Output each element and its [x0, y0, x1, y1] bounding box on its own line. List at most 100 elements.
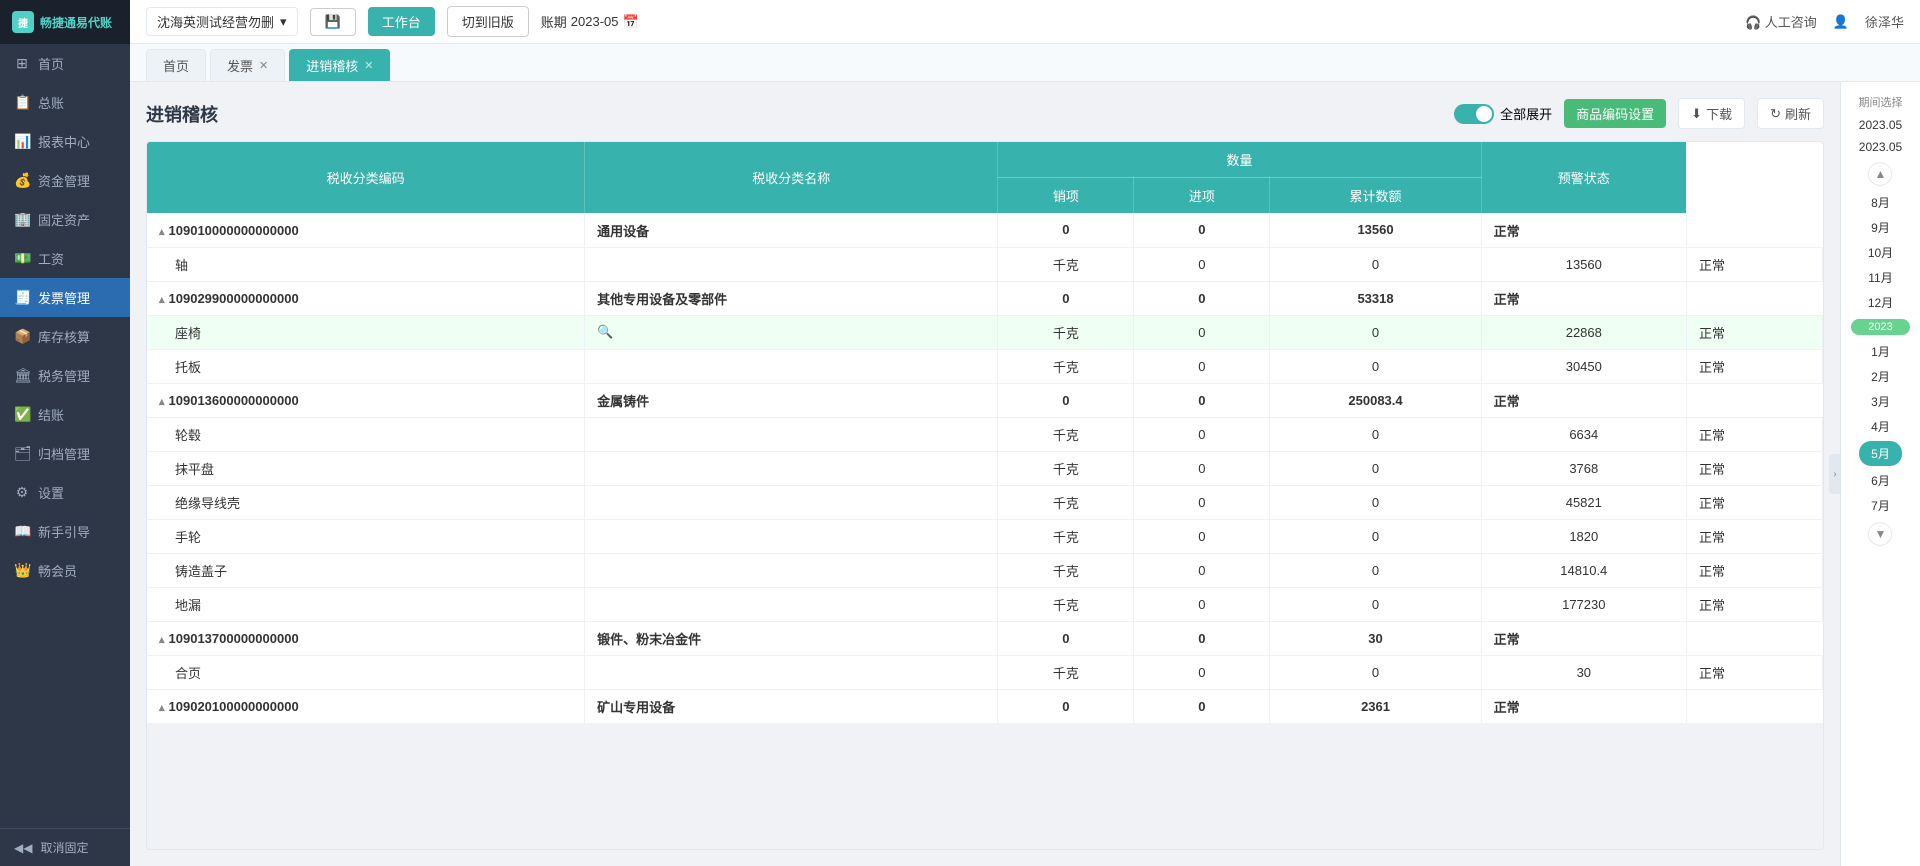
collapse-icon[interactable]: ▴ — [159, 396, 165, 408]
download-button[interactable]: ⬇ 下载 — [1678, 98, 1745, 129]
row-unit-cell — [585, 485, 998, 519]
period-month-item[interactable]: 7月 — [1851, 493, 1910, 518]
period-month-item[interactable]: 3月 — [1851, 389, 1910, 414]
row-unit-cell — [585, 451, 998, 485]
sidebar-item-settings[interactable]: ⚙ 设置 — [0, 473, 130, 512]
period-month-item[interactable]: 12月 — [1851, 290, 1910, 315]
collapse-icon[interactable]: ▴ — [159, 702, 165, 714]
period-month-item[interactable]: 5月 — [1859, 441, 1902, 466]
sidebar-label-guide: 新手引导 — [38, 522, 90, 541]
row-unit: 千克 — [998, 519, 1134, 553]
sidebar-label-archive: 归档管理 — [38, 444, 90, 463]
sidebar-item-member[interactable]: 👑 畅会员 — [0, 551, 130, 590]
period-month-item[interactable]: 2月 — [1851, 364, 1910, 389]
period-month-item[interactable]: 8月 — [1851, 190, 1910, 215]
settle-icon: ✅ — [14, 406, 30, 423]
tab-invoice[interactable]: 发票 ✕ — [210, 49, 285, 81]
period-month-item[interactable]: 11月 — [1851, 265, 1910, 290]
row-purchase: 0 — [1134, 213, 1270, 247]
sidebar-item-settle[interactable]: ✅ 结账 — [0, 395, 130, 434]
sidebar-item-inventory[interactable]: 📦 库存核算 — [0, 317, 130, 356]
col-header-name: 税收分类名称 — [585, 142, 998, 213]
invoice-icon: 🧾 — [14, 289, 30, 306]
period-display: 账期 2023-05 📅 — [541, 12, 639, 31]
tab-home[interactable]: 首页 — [146, 49, 206, 81]
collapse-icon[interactable]: ▴ — [159, 294, 165, 306]
row-total: 3768 — [1481, 451, 1686, 485]
row-item-name: 轴 — [147, 247, 585, 281]
sidebar-label-capital: 资金管理 — [38, 171, 90, 190]
sidebar-item-archive[interactable]: 🗂 归档管理 — [0, 434, 130, 473]
period-scroll-down[interactable]: ▼ — [1868, 522, 1892, 546]
settings-icon: ⚙ — [14, 484, 30, 501]
row-code: ▴109013700000000000 — [147, 621, 585, 655]
expand-toggle[interactable] — [1454, 104, 1494, 124]
period-month-item[interactable]: 6月 — [1851, 468, 1910, 493]
sidebar-item-assets[interactable]: 🏢 固定资产 — [0, 200, 130, 239]
row-unit-cell — [585, 553, 998, 587]
row-status: 正常 — [1481, 621, 1686, 655]
support-button[interactable]: 🎧 人工咨询 — [1745, 12, 1817, 31]
sidebar-item-tax[interactable]: 🏛 税务管理 — [0, 356, 130, 395]
switch-version-button[interactable]: 切到旧版 — [447, 6, 529, 37]
period-month-item[interactable]: 10月 — [1851, 240, 1910, 265]
period-header-item[interactable]: 2023.05 — [1851, 136, 1910, 158]
period-month-item[interactable]: 4月 — [1851, 414, 1910, 439]
row-sales: 0 — [998, 689, 1134, 723]
row-purchase: 0 — [1270, 587, 1481, 621]
row-status: 正常 — [1686, 451, 1822, 485]
sidebar-label-ledger: 总账 — [38, 93, 64, 112]
sidebar-item-guide[interactable]: 📖 新手引导 — [0, 512, 130, 551]
company-selector[interactable]: 沈海英测试经营勿删 ▾ — [146, 7, 298, 36]
row-status: 正常 — [1686, 587, 1822, 621]
sidebar-item-home[interactable]: ⊞ 首页 — [0, 44, 130, 83]
row-purchase: 0 — [1134, 281, 1270, 315]
row-unit: 千克 — [998, 349, 1134, 383]
sidebar-label-assets: 固定资产 — [38, 210, 90, 229]
row-item-name: 合页 — [147, 655, 585, 689]
row-total: 250083.4 — [1270, 383, 1481, 417]
table-row: 地漏 千克 0 0 177230 正常 — [147, 587, 1823, 621]
download-label: 下载 — [1706, 104, 1732, 123]
table-wrap: 税收分类编码 税收分类名称 数量 预警状态 销项 进项 累计数额 ▴1090 — [146, 141, 1824, 850]
sidebar-unpin-button[interactable]: ◀◀ 取消固定 — [0, 828, 130, 866]
capital-icon: 💰 — [14, 172, 30, 189]
refresh-button[interactable]: ↻ 刷新 — [1757, 98, 1824, 129]
sidebar-item-invoice[interactable]: 🧾 发票管理 — [0, 278, 130, 317]
save-draft-button[interactable]: 💾 — [310, 8, 356, 36]
panel-toggle-button[interactable]: › — [1829, 454, 1841, 494]
row-total: 14810.4 — [1481, 553, 1686, 587]
row-unit-cell: 🔍 — [585, 315, 998, 349]
period-header-item[interactable]: 2023.05 — [1851, 114, 1910, 136]
sidebar-label-reports: 报表中心 — [38, 132, 90, 151]
period-month-item[interactable]: 9月 — [1851, 215, 1910, 240]
sidebar-item-capital[interactable]: 💰 资金管理 — [0, 161, 130, 200]
sidebar-item-reports[interactable]: 📊 报表中心 — [0, 122, 130, 161]
tab-reconcile[interactable]: 进销稽核 ✕ — [289, 49, 390, 81]
row-sales: 0 — [998, 621, 1134, 655]
sidebar-item-salary[interactable]: 💵 工资 — [0, 239, 130, 278]
sidebar-label-settle: 结账 — [38, 405, 64, 424]
product-code-settings-button[interactable]: 商品编码设置 — [1564, 99, 1666, 128]
sidebar-label-home: 首页 — [38, 54, 64, 73]
row-purchase: 0 — [1270, 655, 1481, 689]
period-scroll-up[interactable]: ▲ — [1868, 162, 1892, 186]
row-status: 正常 — [1481, 213, 1686, 247]
collapse-icon[interactable]: ▴ — [159, 226, 165, 238]
period-year-label: 2023 — [1851, 319, 1910, 335]
row-total: 1820 — [1481, 519, 1686, 553]
row-purchase: 0 — [1270, 519, 1481, 553]
tab-reconcile-close[interactable]: ✕ — [364, 59, 373, 72]
sidebar: 捷 畅捷通易代账 ⊞ 首页 📋 总账 📊 报表中心 💰 资金管理 🏢 固定资产 … — [0, 0, 130, 866]
collapse-icon[interactable]: ▴ — [159, 634, 165, 646]
calendar-icon[interactable]: 📅 — [623, 14, 639, 30]
guide-icon: 📖 — [14, 523, 30, 540]
workbench-button[interactable]: 工作台 — [368, 7, 435, 36]
inventory-icon: 📦 — [14, 328, 30, 345]
period-month-item[interactable]: 1月 — [1851, 339, 1910, 364]
sidebar-item-ledger[interactable]: 📋 总账 — [0, 83, 130, 122]
refresh-icon: ↻ — [1770, 106, 1781, 122]
tab-invoice-close[interactable]: ✕ — [259, 59, 268, 72]
search-icon[interactable]: 🔍 — [597, 324, 613, 339]
content-area: 进销稽核 全部展开 商品编码设置 ⬇ 下载 ↻ 刷新 — [130, 82, 1840, 866]
